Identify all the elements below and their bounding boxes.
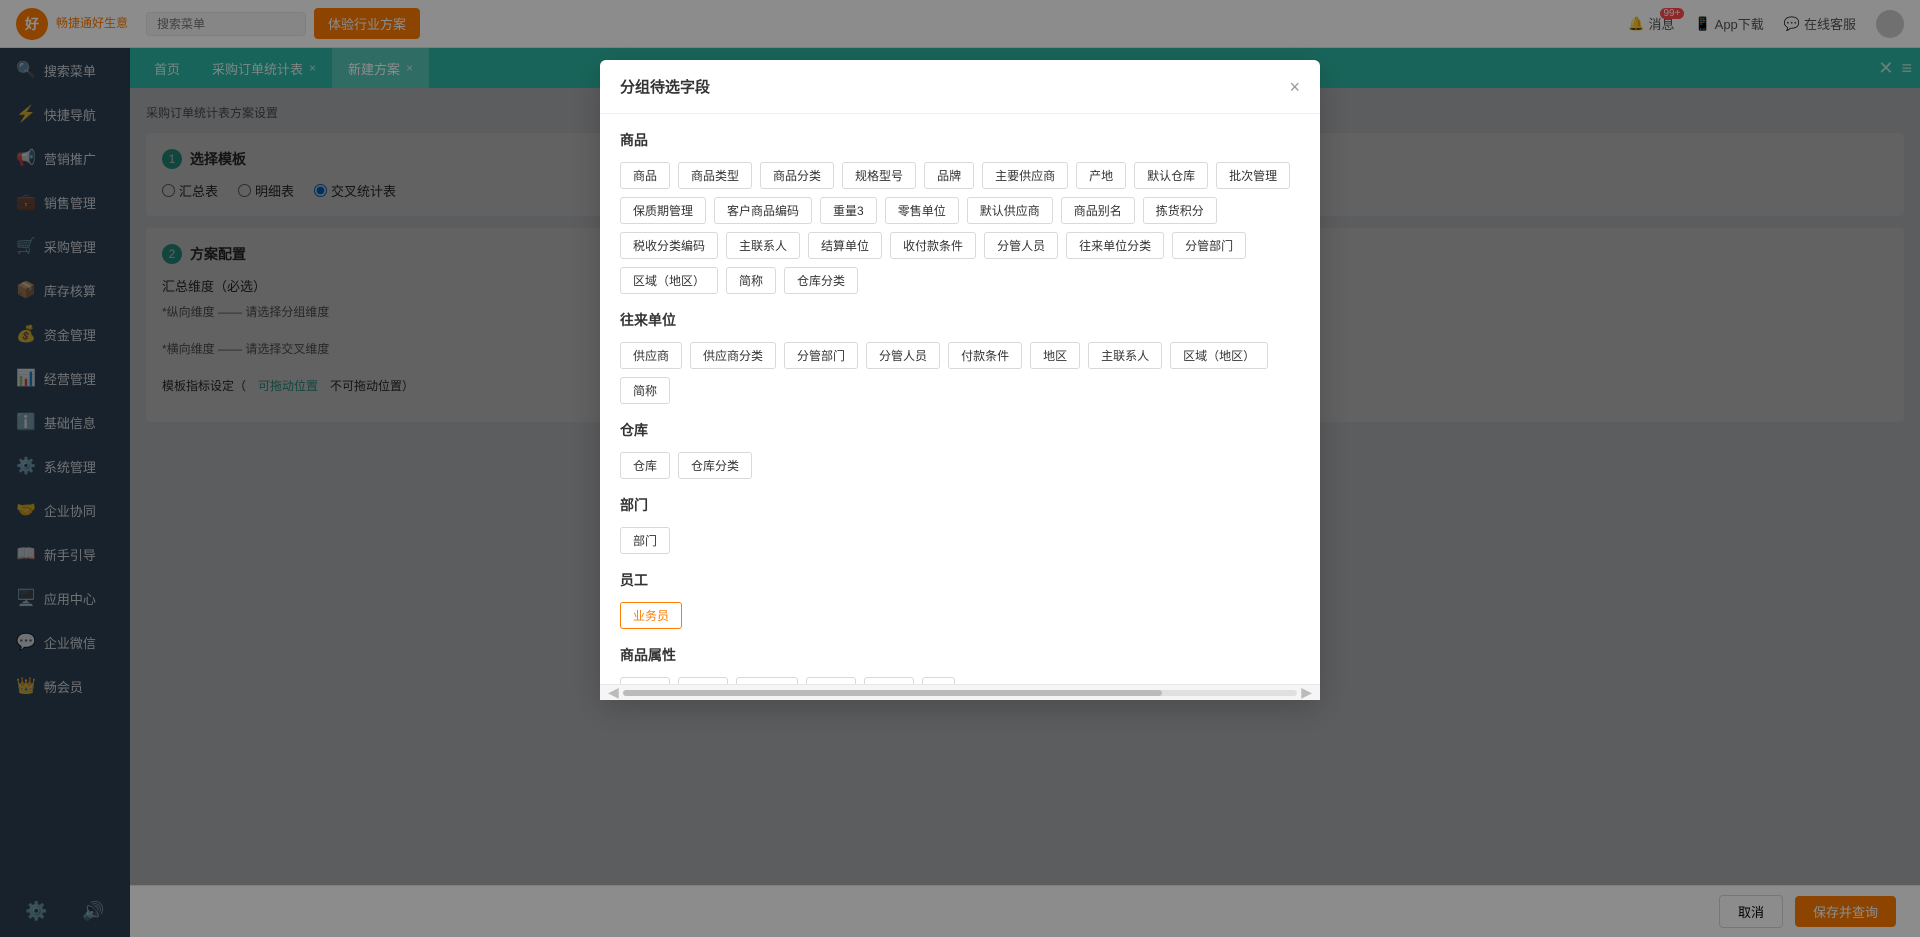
section-title-product-attr: 商品属性 (620, 645, 1300, 665)
field-district[interactable]: 地区 (1030, 342, 1080, 369)
section-title-employee: 员工 (620, 570, 1300, 590)
modal-close-button[interactable]: × (1289, 78, 1300, 96)
field-mgmt-person[interactable]: 分管人员 (866, 342, 940, 369)
field-default-warehouse[interactable]: 默认仓库 (1134, 162, 1208, 189)
field-region2[interactable]: 区域（地区） (1170, 342, 1268, 369)
field-warehouse-category[interactable]: 仓库分类 (784, 267, 858, 294)
field-shoe-size[interactable]: 鞋码 (864, 677, 914, 684)
department-fields-grid: 部门 (620, 527, 1300, 554)
field-product-type[interactable]: 商品类型 (678, 162, 752, 189)
section-title-counterparty: 往来单位 (620, 310, 1300, 330)
field-payment-terms[interactable]: 收付款条件 (890, 232, 976, 259)
field-one[interactable]: 1 (922, 677, 955, 684)
modal-overlay: 分组待选字段 × 商品 商品 商品类型 商品分类 规格型号 品牌 主要供应商 产… (0, 0, 1920, 937)
modal-body: 商品 商品 商品类型 商品分类 规格型号 品牌 主要供应商 产地 默认仓库 批次… (600, 114, 1320, 684)
field-spec-model[interactable]: 规格型号 (842, 162, 916, 189)
field-size[interactable]: 尺码 (806, 677, 856, 684)
field-multi-spec[interactable]: 多规格 (736, 677, 798, 684)
field-weight[interactable]: 重量3 (820, 197, 877, 224)
product-attr-fields-grid: 属性 颜色 多规格 尺码 鞋码 1 (620, 677, 1300, 684)
field-origin[interactable]: 产地 (1076, 162, 1126, 189)
field-product-category[interactable]: 商品分类 (760, 162, 834, 189)
counterparty-fields-grid: 供应商 供应商分类 分管部门 分管人员 付款条件 地区 主联系人 区域（地区） … (620, 342, 1300, 404)
field-supplier[interactable]: 供应商 (620, 342, 682, 369)
field-department[interactable]: 部门 (620, 527, 670, 554)
field-batch-mgmt[interactable]: 批次管理 (1216, 162, 1290, 189)
warehouse-fields-grid: 仓库 仓库分类 (620, 452, 1300, 479)
field-retail-unit[interactable]: 零售单位 (885, 197, 959, 224)
section-title-warehouse: 仓库 (620, 420, 1300, 440)
field-dept[interactable]: 分管部门 (1172, 232, 1246, 259)
modal-title: 分组待选字段 (620, 76, 710, 97)
field-expiry-mgmt[interactable]: 保质期管理 (620, 197, 706, 224)
scroll-left-btn[interactable]: ◀ (608, 684, 619, 701)
field-warehouse[interactable]: 仓库 (620, 452, 670, 479)
section-title-department: 部门 (620, 495, 1300, 515)
field-default-supplier[interactable]: 默认供应商 (967, 197, 1053, 224)
field-salesperson[interactable]: 业务员 (620, 602, 682, 629)
field-contact-category[interactable]: 往来单位分类 (1066, 232, 1164, 259)
field-main-supplier[interactable]: 主要供应商 (982, 162, 1068, 189)
field-abbr[interactable]: 简称 (620, 377, 670, 404)
horizontal-scrollbar-thumb (623, 690, 1163, 696)
field-supplier-category[interactable]: 供应商分类 (690, 342, 776, 369)
field-attribute[interactable]: 属性 (620, 677, 670, 684)
section-title-product: 商品 (620, 130, 1300, 150)
modal-dialog: 分组待选字段 × 商品 商品 商品类型 商品分类 规格型号 品牌 主要供应商 产… (600, 60, 1320, 700)
field-warehouse-cat[interactable]: 仓库分类 (678, 452, 752, 479)
field-short-name[interactable]: 简称 (726, 267, 776, 294)
horizontal-scrollbar-track (623, 690, 1297, 696)
modal-scrollbar-area: ◀ ▶ (600, 684, 1320, 700)
field-pick-points[interactable]: 拣货积分 (1143, 197, 1217, 224)
field-product-alias[interactable]: 商品别名 (1061, 197, 1135, 224)
field-manager[interactable]: 分管人员 (984, 232, 1058, 259)
field-customer-code[interactable]: 客户商品编码 (714, 197, 812, 224)
field-region-area[interactable]: 区域（地区） (620, 267, 718, 294)
field-settlement-unit[interactable]: 结算单位 (808, 232, 882, 259)
field-brand[interactable]: 品牌 (924, 162, 974, 189)
field-product[interactable]: 商品 (620, 162, 670, 189)
product-fields-grid: 商品 商品类型 商品分类 规格型号 品牌 主要供应商 产地 默认仓库 批次管理 … (620, 162, 1300, 294)
field-main-contact2[interactable]: 主联系人 (1088, 342, 1162, 369)
scroll-right-btn[interactable]: ▶ (1301, 684, 1312, 701)
field-tax-code[interactable]: 税收分类编码 (620, 232, 718, 259)
employee-fields-grid: 业务员 (620, 602, 1300, 629)
field-main-contact[interactable]: 主联系人 (726, 232, 800, 259)
field-payment-condition[interactable]: 付款条件 (948, 342, 1022, 369)
field-color[interactable]: 颜色 (678, 677, 728, 684)
modal-header: 分组待选字段 × (600, 60, 1320, 114)
field-mgmt-dept[interactable]: 分管部门 (784, 342, 858, 369)
